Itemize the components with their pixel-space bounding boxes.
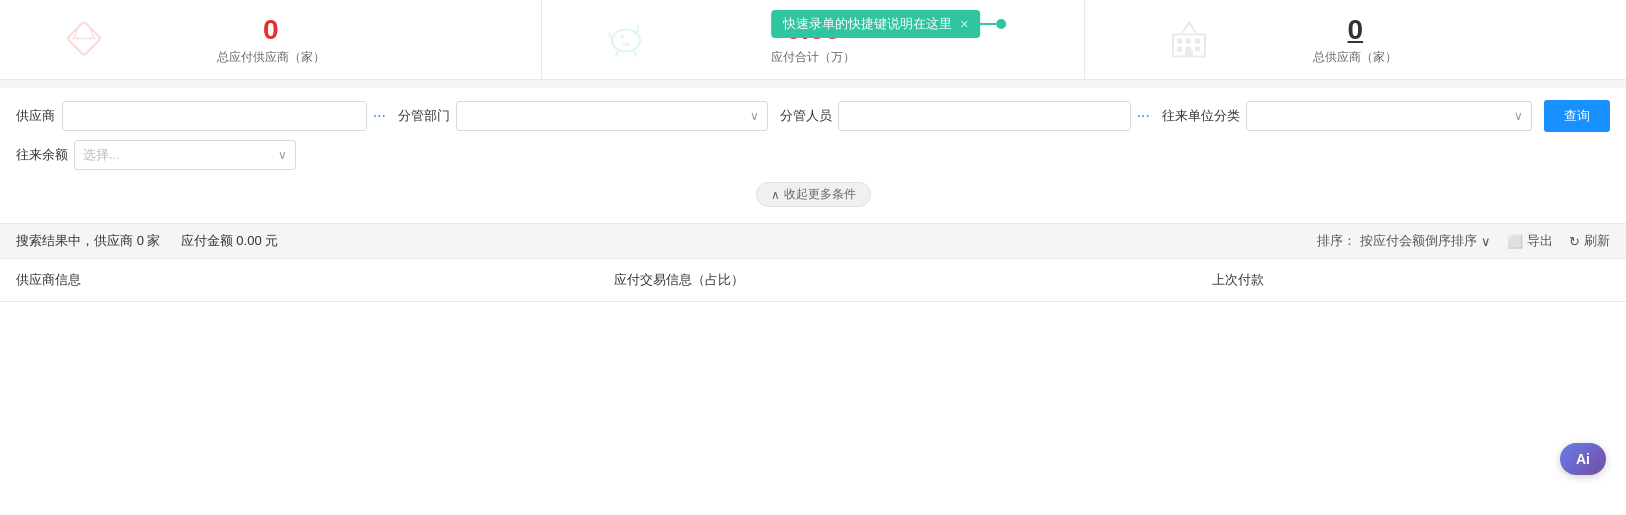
filter-balance: 往来余额 选择... ∨ bbox=[16, 140, 296, 170]
tooltip-text: 快速录单的快捷键说明在这里 bbox=[783, 15, 952, 33]
manager-label: 分管人员 bbox=[780, 107, 832, 125]
svg-rect-15 bbox=[1185, 50, 1193, 56]
department-select[interactable]: ∨ bbox=[456, 101, 768, 131]
amount-label: 应付金额 bbox=[181, 233, 233, 248]
top-stats-bar: 0 总应付供应商（家） 0.00 应付合计（万） 快速录单的快捷键说明在这里 × bbox=[0, 0, 1626, 80]
total-suppliers-number: 0 bbox=[1348, 13, 1364, 47]
query-button[interactable]: 查询 bbox=[1544, 100, 1610, 132]
svg-rect-12 bbox=[1177, 46, 1182, 51]
table-header: 供应商信息 应付交易信息（占比） 上次付款 bbox=[0, 259, 1626, 302]
manager-dots[interactable]: ··· bbox=[1137, 107, 1150, 125]
table-col-supplier: 供应商信息 bbox=[16, 271, 614, 289]
supplier-count: 0 bbox=[137, 233, 144, 248]
svg-point-5 bbox=[620, 34, 624, 38]
sort-label: 排序： bbox=[1317, 232, 1356, 250]
building-icon bbox=[1165, 14, 1213, 65]
unit-classification-arrow: ∨ bbox=[1514, 109, 1523, 123]
refresh-icon: ↻ bbox=[1569, 234, 1580, 249]
ai-button[interactable]: Ai bbox=[1560, 443, 1606, 475]
pig-icon bbox=[602, 14, 650, 65]
filter-supplier: 供应商 ··· bbox=[16, 101, 386, 131]
filter-row-1: 供应商 ··· 分管部门 ∨ 分管人员 ··· 往来单位分类 ∨ 查询 bbox=[16, 100, 1610, 132]
payable-total-label: 应付合计（万） bbox=[771, 49, 855, 66]
filter-area: 供应商 ··· 分管部门 ∨ 分管人员 ··· 往来单位分类 ∨ 查询 bbox=[0, 88, 1626, 224]
filter-row-2: 往来余额 选择... ∨ bbox=[16, 140, 1610, 170]
collapse-icon: ∧ bbox=[771, 188, 780, 202]
refresh-label: 刷新 bbox=[1584, 232, 1610, 250]
balance-arrow: ∨ bbox=[278, 148, 287, 162]
unit-classification-label: 往来单位分类 bbox=[1162, 107, 1240, 125]
diamond-icon bbox=[60, 14, 108, 65]
supplier-label: 供应商 bbox=[16, 107, 56, 125]
result-text: 搜索结果中，供应商 bbox=[16, 233, 133, 248]
export-button[interactable]: ⬜ 导出 bbox=[1507, 232, 1553, 250]
amount-value: 0.00 bbox=[236, 233, 261, 248]
svg-point-7 bbox=[627, 43, 630, 46]
result-info: 搜索结果中，供应商 0 家 应付金额 0.00 元 bbox=[16, 232, 278, 250]
shortcut-tooltip: 快速录单的快捷键说明在这里 × bbox=[771, 10, 980, 38]
stat-payable-total: 0.00 应付合计（万） 快速录单的快捷键说明在这里 × bbox=[542, 0, 1084, 79]
total-suppliers-label: 总供应商（家） bbox=[1313, 49, 1397, 66]
result-actions: 排序： 按应付会额倒序排序 ∨ ⬜ 导出 ↻ 刷新 bbox=[1317, 232, 1610, 250]
table-col-payment: 上次付款 bbox=[1212, 271, 1611, 289]
balance-placeholder: 选择... bbox=[83, 146, 120, 164]
filter-unit-classification: 往来单位分类 ∨ bbox=[1162, 101, 1532, 131]
refresh-button[interactable]: ↻ 刷新 bbox=[1569, 232, 1610, 250]
total-payable-suppliers-label: 总应付供应商（家） bbox=[217, 49, 325, 66]
sort-selector[interactable]: 排序： 按应付会额倒序排序 ∨ bbox=[1317, 232, 1491, 250]
unit-classification-select[interactable]: ∨ bbox=[1246, 101, 1532, 131]
table-col-transaction: 应付交易信息（占比） bbox=[614, 271, 1212, 289]
supplier-input[interactable] bbox=[62, 101, 367, 131]
svg-rect-9 bbox=[1177, 38, 1182, 43]
export-icon: ⬜ bbox=[1507, 234, 1523, 249]
stat-total-payable-suppliers: 0 总应付供应商（家） bbox=[0, 0, 542, 79]
svg-rect-11 bbox=[1195, 38, 1200, 43]
sort-arrow: ∨ bbox=[1481, 234, 1491, 249]
filter-department: 分管部门 ∨ bbox=[398, 101, 768, 131]
sort-value: 按应付会额倒序排序 bbox=[1360, 232, 1477, 250]
balance-select[interactable]: 选择... ∨ bbox=[74, 140, 296, 170]
collapse-bar: ∧ 收起更多条件 bbox=[16, 178, 1610, 215]
svg-rect-10 bbox=[1186, 38, 1191, 43]
export-label: 导出 bbox=[1527, 232, 1553, 250]
tooltip-close-btn[interactable]: × bbox=[960, 16, 968, 32]
table-area: 供应商信息 应付交易信息（占比） 上次付款 bbox=[0, 259, 1626, 515]
collapse-label: 收起更多条件 bbox=[784, 186, 856, 203]
stat-total-suppliers: 0 总供应商（家） bbox=[1085, 0, 1626, 79]
department-label: 分管部门 bbox=[398, 107, 450, 125]
balance-label: 往来余额 bbox=[16, 146, 68, 164]
filter-manager: 分管人员 ··· bbox=[780, 101, 1150, 131]
collapse-button[interactable]: ∧ 收起更多条件 bbox=[756, 182, 871, 207]
department-arrow: ∨ bbox=[750, 109, 759, 123]
supplier-dots[interactable]: ··· bbox=[373, 107, 386, 125]
total-payable-suppliers-number: 0 bbox=[263, 13, 279, 47]
table-body bbox=[0, 302, 1626, 515]
svg-point-6 bbox=[623, 43, 626, 46]
count-unit: 家 bbox=[147, 233, 160, 248]
tooltip-dot bbox=[996, 19, 1006, 29]
manager-input[interactable] bbox=[838, 101, 1131, 131]
svg-rect-14 bbox=[1195, 46, 1200, 51]
amount-unit: 元 bbox=[265, 233, 278, 248]
result-bar: 搜索结果中，供应商 0 家 应付金额 0.00 元 排序： 按应付会额倒序排序 … bbox=[0, 224, 1626, 259]
